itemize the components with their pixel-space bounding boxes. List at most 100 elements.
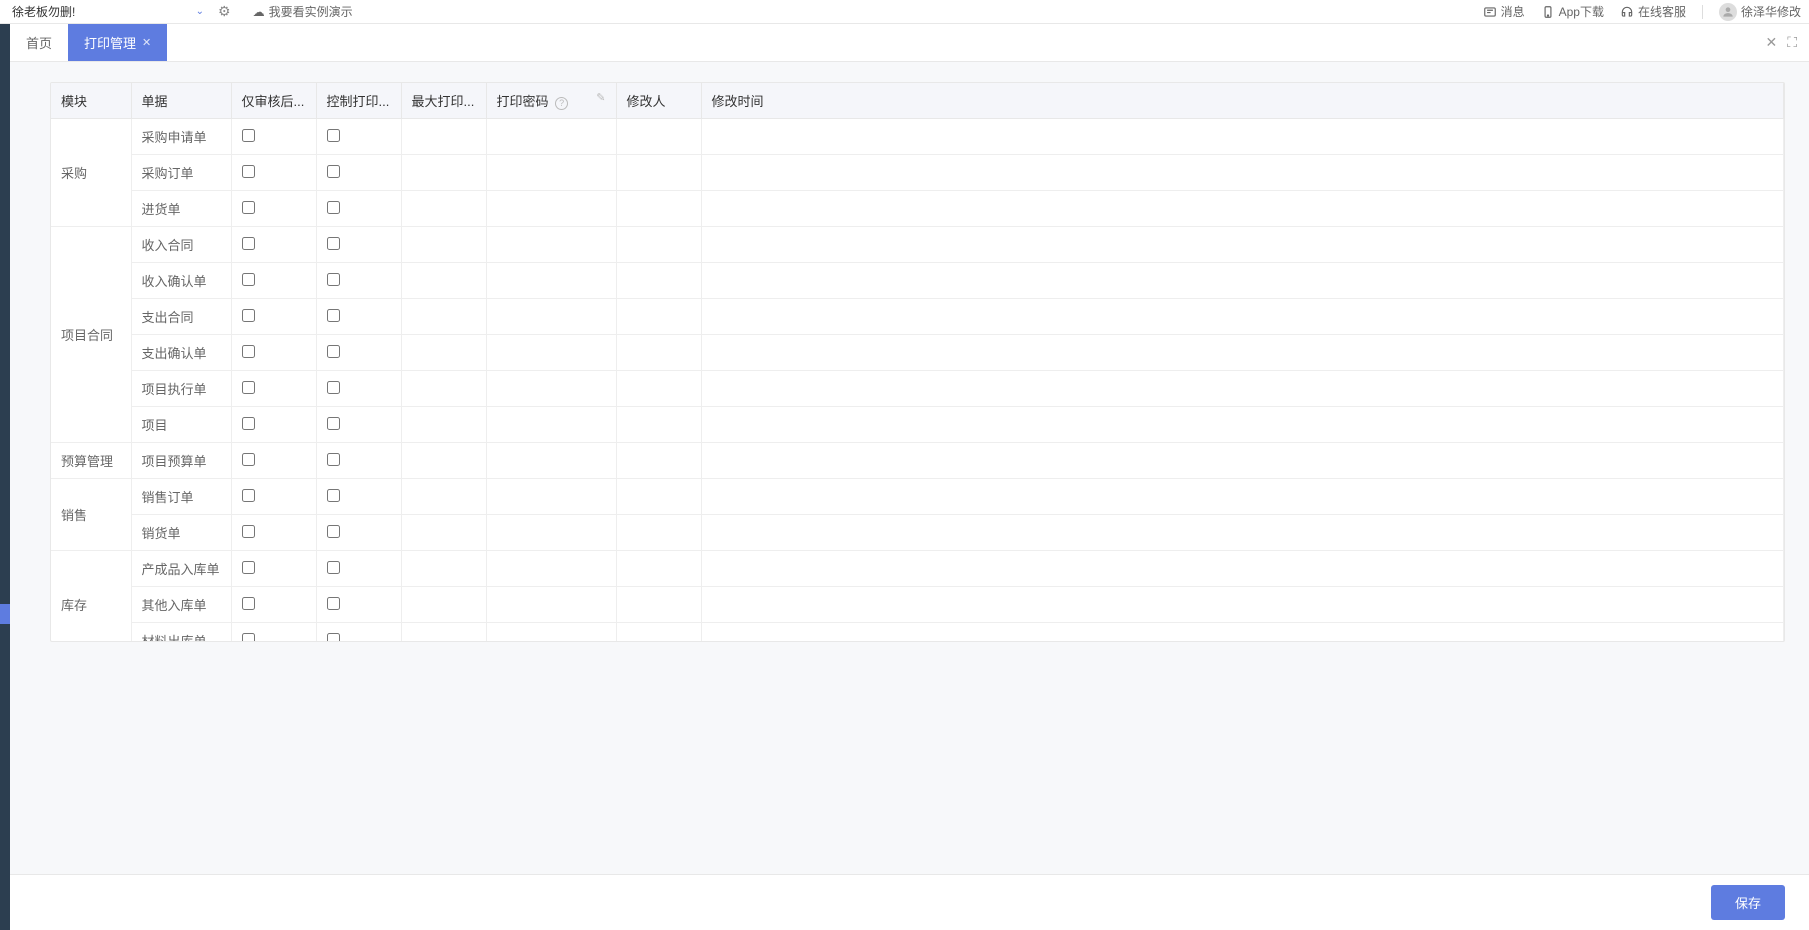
phone-icon [1541, 5, 1555, 19]
checkbox-control-print[interactable] [327, 129, 340, 142]
cell-modifier [616, 263, 701, 299]
message-label: 消息 [1501, 3, 1525, 20]
table-container: 模块 单据 仅审核后... 控制打印... 最大打印... 打印密码 ? ✎ [50, 82, 1785, 642]
cell-print-password[interactable] [486, 263, 616, 299]
checkbox-control-print[interactable] [327, 201, 340, 214]
headset-icon [1620, 5, 1634, 19]
cell-print-password[interactable] [486, 443, 616, 479]
cell-print-password[interactable] [486, 335, 616, 371]
cell-control-print [316, 227, 401, 263]
cell-module: 库存 [51, 551, 131, 642]
checkbox-audit-only[interactable] [242, 309, 255, 322]
checkbox-control-print[interactable] [327, 633, 340, 642]
online-service-link[interactable]: 在线客服 [1620, 3, 1686, 20]
checkbox-control-print[interactable] [327, 525, 340, 538]
cell-bill: 支出合同 [131, 299, 231, 335]
th-modifier: 修改人 [616, 83, 701, 119]
cell-print-password[interactable] [486, 587, 616, 623]
checkbox-control-print[interactable] [327, 561, 340, 574]
fullscreen-icon[interactable]: ⛶ [1787, 34, 1797, 51]
checkbox-control-print[interactable] [327, 597, 340, 610]
checkbox-audit-only[interactable] [242, 129, 255, 142]
checkbox-audit-only[interactable] [242, 381, 255, 394]
th-max-print: 最大打印... [401, 83, 486, 119]
checkbox-audit-only[interactable] [242, 633, 255, 642]
cell-print-password[interactable] [486, 623, 616, 642]
cell-control-print [316, 443, 401, 479]
company-selector[interactable]: 徐老板勿删! ⌄ [8, 3, 208, 20]
save-button[interactable]: 保存 [1711, 885, 1785, 920]
cell-print-password[interactable] [486, 191, 616, 227]
message-link[interactable]: 消息 [1483, 3, 1525, 20]
cell-max-print[interactable] [401, 155, 486, 191]
checkbox-control-print[interactable] [327, 453, 340, 466]
edit-icon[interactable]: ✎ [596, 91, 605, 104]
cell-max-print[interactable] [401, 191, 486, 227]
cell-max-print[interactable] [401, 371, 486, 407]
cell-max-print[interactable] [401, 119, 486, 155]
checkbox-audit-only[interactable] [242, 165, 255, 178]
cell-modifier [616, 515, 701, 551]
th-control-print: 控制打印... [316, 83, 401, 119]
checkbox-audit-only[interactable] [242, 273, 255, 286]
cell-print-password[interactable] [486, 155, 616, 191]
table-row: 其他入库单 [51, 587, 1784, 623]
cell-max-print[interactable] [401, 443, 486, 479]
checkbox-audit-only[interactable] [242, 489, 255, 502]
checkbox-control-print[interactable] [327, 237, 340, 250]
cell-print-password[interactable] [486, 227, 616, 263]
table-row: 项目 [51, 407, 1784, 443]
tab-print-management[interactable]: 打印管理 ✕ [68, 24, 167, 61]
cell-max-print[interactable] [401, 551, 486, 587]
cell-max-print[interactable] [401, 335, 486, 371]
cell-print-password[interactable] [486, 119, 616, 155]
help-icon[interactable]: ? [555, 97, 568, 110]
checkbox-audit-only[interactable] [242, 201, 255, 214]
th-print-password: 打印密码 ? ✎ [486, 83, 616, 119]
user-menu[interactable]: 徐泽华修改 [1719, 3, 1801, 21]
cell-print-password[interactable] [486, 407, 616, 443]
close-all-icon[interactable]: ✕ [1765, 34, 1777, 51]
cell-print-password[interactable] [486, 515, 616, 551]
cell-bill: 收入合同 [131, 227, 231, 263]
close-icon[interactable]: ✕ [142, 36, 151, 49]
cell-print-password[interactable] [486, 299, 616, 335]
checkbox-control-print[interactable] [327, 381, 340, 394]
checkbox-audit-only[interactable] [242, 561, 255, 574]
checkbox-audit-only[interactable] [242, 597, 255, 610]
checkbox-audit-only[interactable] [242, 345, 255, 358]
checkbox-audit-only[interactable] [242, 525, 255, 538]
table-row: 材料出库单 [51, 623, 1784, 642]
checkbox-control-print[interactable] [327, 273, 340, 286]
cell-print-password[interactable] [486, 371, 616, 407]
checkbox-audit-only[interactable] [242, 237, 255, 250]
cell-max-print[interactable] [401, 587, 486, 623]
cell-modify-time [701, 551, 1784, 587]
cell-max-print[interactable] [401, 515, 486, 551]
header-left: 徐老板勿删! ⌄ ⚙ ☁ 我要看实例演示 [8, 3, 353, 20]
gear-icon[interactable]: ⚙ [218, 3, 231, 20]
checkbox-audit-only[interactable] [242, 417, 255, 430]
demo-link[interactable]: ☁ 我要看实例演示 [253, 3, 353, 20]
checkbox-control-print[interactable] [327, 165, 340, 178]
checkbox-control-print[interactable] [327, 417, 340, 430]
table-scroll[interactable]: 模块 单据 仅审核后... 控制打印... 最大打印... 打印密码 ? ✎ [51, 83, 1784, 641]
cell-max-print[interactable] [401, 479, 486, 515]
checkbox-audit-only[interactable] [242, 453, 255, 466]
cell-audit-only [231, 407, 316, 443]
tab-home[interactable]: 首页 [10, 24, 68, 61]
cell-max-print[interactable] [401, 407, 486, 443]
cell-print-password[interactable] [486, 551, 616, 587]
cell-max-print[interactable] [401, 263, 486, 299]
cell-max-print[interactable] [401, 299, 486, 335]
cell-audit-only [231, 119, 316, 155]
cell-max-print[interactable] [401, 623, 486, 642]
checkbox-control-print[interactable] [327, 489, 340, 502]
checkbox-control-print[interactable] [327, 345, 340, 358]
checkbox-control-print[interactable] [327, 309, 340, 322]
cell-print-password[interactable] [486, 479, 616, 515]
app-download-link[interactable]: App下载 [1541, 3, 1604, 20]
cell-bill: 项目执行单 [131, 371, 231, 407]
table-row: 项目执行单 [51, 371, 1784, 407]
cell-max-print[interactable] [401, 227, 486, 263]
